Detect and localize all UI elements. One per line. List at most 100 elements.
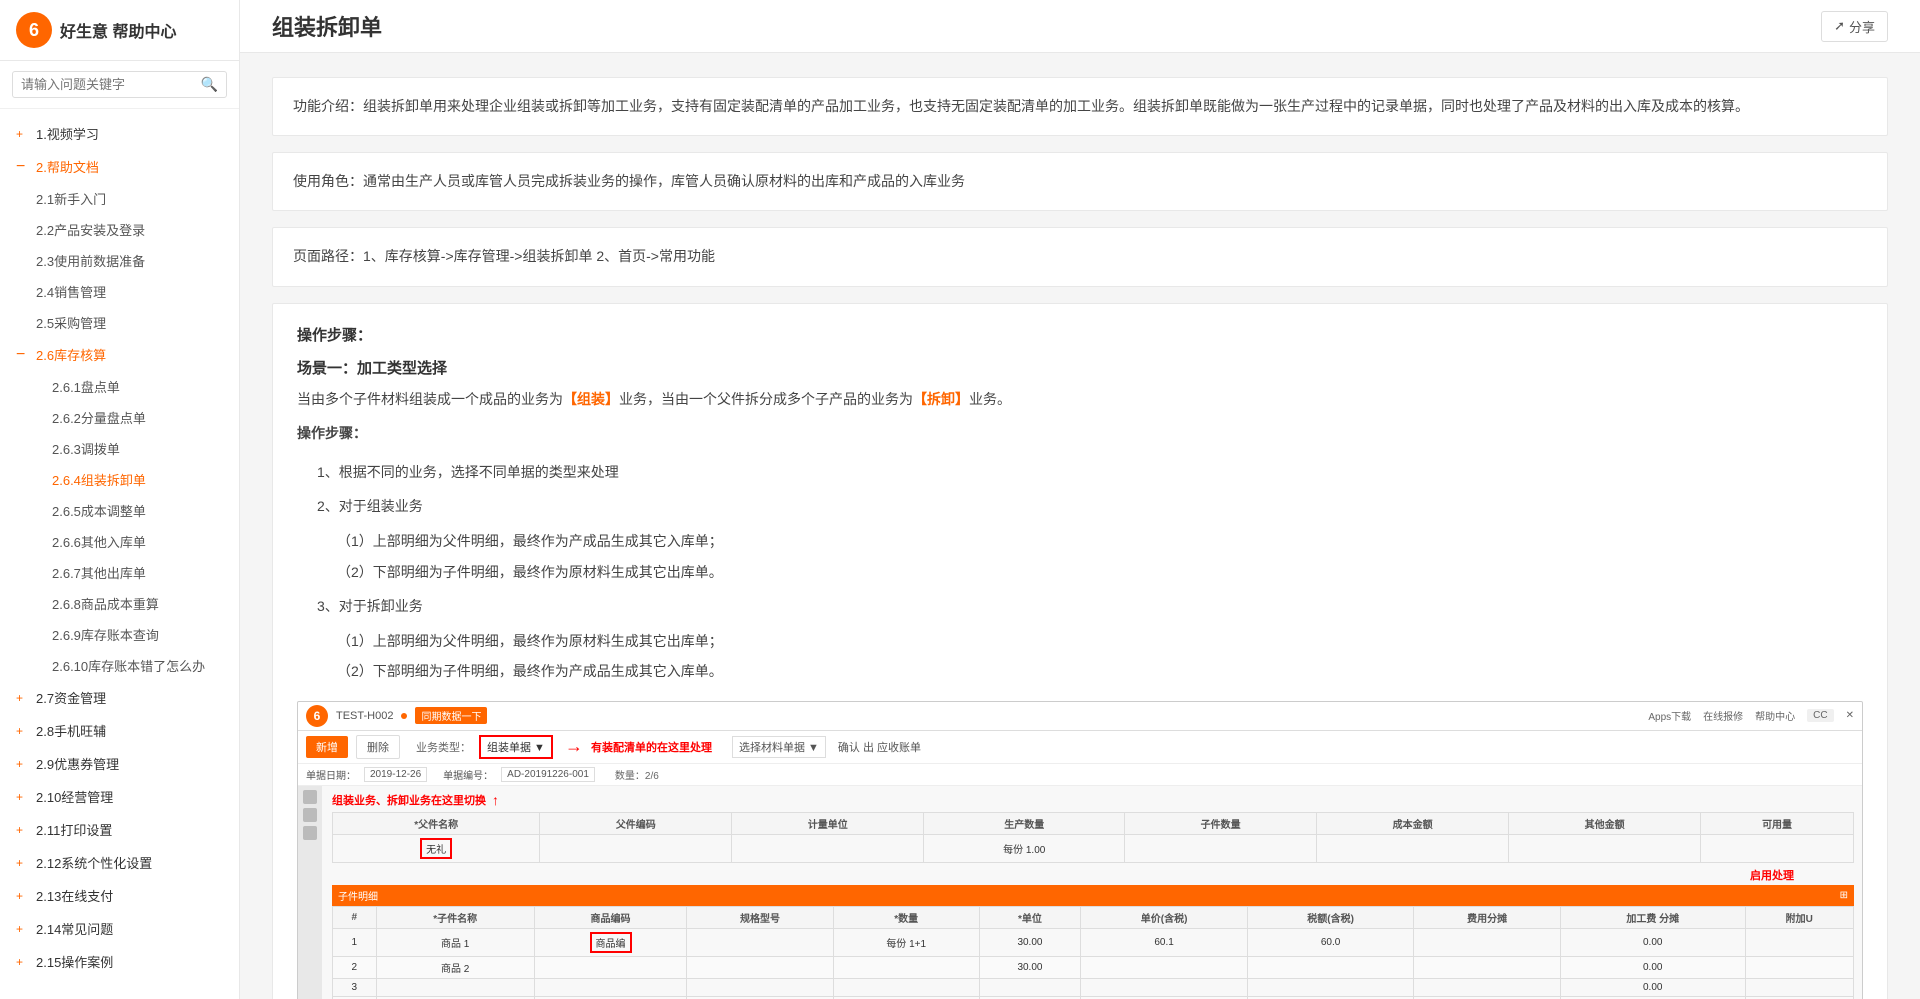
ss-new-btn[interactable]: 新增 xyxy=(306,736,348,758)
nav-label: 2.12系统个性化设置 xyxy=(36,853,152,872)
ss-left-icons xyxy=(298,786,322,999)
topbar: 组装拆卸单 ➚ 分享 xyxy=(240,0,1920,53)
sidebar-item-2-6-5[interactable]: 2.6.5成本调整单 xyxy=(0,495,239,526)
ss-upper-row: 无礼 每份 1.00 xyxy=(333,834,1854,862)
step1: 1、根据不同的业务，选择不同单据的类型来处理 xyxy=(297,459,1863,486)
sidebar-item-2-6-4[interactable]: 2.6.4组装拆卸单 xyxy=(0,464,239,495)
sidebar-item-2-4[interactable]: 2.4销售管理 xyxy=(0,276,239,307)
ss-lower-header: 子件明细 ⊞ xyxy=(332,885,1854,906)
sidebar-item-videos[interactable]: + 1.视频学习 xyxy=(0,117,239,150)
ss-upper-table: *父件名称 父件编码 计量单位 生产数量 子件数量 成本金额 其他金额 可用量 xyxy=(332,812,1854,863)
collapse-icon: − xyxy=(16,159,30,175)
sidebar-item-2-5[interactable]: 2.5采购管理 xyxy=(0,307,239,338)
sidebar-item-2-6[interactable]: − 2.6库存核算 xyxy=(0,338,239,371)
sidebar-item-2-15[interactable]: + 2.15操作案例 xyxy=(0,945,239,978)
ss-ann3: 启用处理 xyxy=(1750,867,1794,883)
ss-th-8: 可用量 xyxy=(1701,812,1854,834)
sidebar-item-2-8[interactable]: + 2.8手机旺辅 xyxy=(0,714,239,747)
ss-ann-row3: 启用处理 xyxy=(332,867,1854,883)
sidebar-item-2-6-3[interactable]: 2.6.3调拨单 xyxy=(0,433,239,464)
expand-icon: + xyxy=(16,955,30,969)
sidebar-item-2-13[interactable]: + 2.13在线支付 xyxy=(0,879,239,912)
ss-icon3 xyxy=(303,826,317,840)
ss-tag: 同期数据一下 xyxy=(415,707,487,724)
ss-lth-3: 规格型号 xyxy=(687,906,834,928)
sidebar-item-2-3[interactable]: 2.3使用前数据准备 xyxy=(0,245,239,276)
search-icon[interactable]: 🔍 xyxy=(201,76,218,93)
nav-label: 2.7资金管理 xyxy=(36,688,106,707)
sidebar-item-2-10[interactable]: + 2.10经营管理 xyxy=(0,780,239,813)
step3-sub2: （2）下部明细为子件明细，最终作为产成品生成其它入库单。 xyxy=(297,658,1863,685)
sidebar-header: 6 好生意 帮助中心 xyxy=(0,0,239,61)
ss-lower-icon: ⊞ xyxy=(1840,890,1848,901)
sidebar-item-2-14[interactable]: + 2.14常见问题 xyxy=(0,912,239,945)
sidebar-item-2-2[interactable]: 2.2产品安装及登录 xyxy=(0,214,239,245)
ss-tables-wrap: 组装业务、拆卸业务在这里切换 ↑ *父件名称 父件编码 计量单位 xyxy=(332,792,1854,999)
sidebar-item-2-6-9[interactable]: 2.6.9库存账本查询 xyxy=(0,619,239,650)
share-label: 分享 xyxy=(1849,17,1875,36)
share-button[interactable]: ➚ 分享 xyxy=(1821,11,1888,42)
intro-text: 功能介绍：组装拆卸单用来处理企业组装或拆卸等加工业务，支持有固定装配清单的产品加… xyxy=(293,98,1749,114)
nav-label: 2.6库存核算 xyxy=(36,345,106,364)
ss-del-btn[interactable]: 删除 xyxy=(356,735,400,759)
app-title: 好生意 帮助中心 xyxy=(60,18,176,42)
sidebar-item-2-6-8[interactable]: 2.6.8商品成本重算 xyxy=(0,588,239,619)
ss-close-icon[interactable]: ✕ xyxy=(1846,710,1854,721)
sidebar-item-2-6-10[interactable]: 2.6.10库存账本错了怎么办 xyxy=(0,650,239,681)
ss-choose-btn[interactable]: 选择材料单据 ▼ xyxy=(732,736,826,758)
ss-logo: 6 xyxy=(306,705,328,727)
search-wrap[interactable]: 🔍 xyxy=(12,71,227,98)
ss-lth-2: 商品编码 xyxy=(534,906,687,928)
step2-sub1: （1）上部明细为父件明细，最终作为产成品生成其它入库单； xyxy=(297,528,1863,555)
ss-lth-9: 加工费 分摊 xyxy=(1560,906,1745,928)
sidebar-item-2-6-6[interactable]: 2.6.6其他入库单 xyxy=(0,526,239,557)
ss-confirm-btn[interactable]: 确认 出 应收账单 xyxy=(838,739,921,755)
screenshot: 6 TEST-H002 同期数据一下 Apps下载 在线报修 帮助中心 CC ✕ xyxy=(297,701,1863,999)
ss-child-price-1: 60.1 xyxy=(1081,928,1247,956)
ss-parent-code xyxy=(540,834,732,862)
sidebar-item-2-7[interactable]: + 2.7资金管理 xyxy=(0,681,239,714)
ss-other-amt xyxy=(1509,834,1701,862)
ops-title: 操作步骤： xyxy=(297,420,1863,447)
ss-ann-row1: 组装业务、拆卸业务在这里切换 ↑ xyxy=(332,792,1854,808)
nav-label: 2.10经营管理 xyxy=(36,787,113,806)
role-card: 使用角色：通常由生产人员或库管人员完成拆装业务的操作，库管人员确认原材料的出库和… xyxy=(272,152,1888,211)
expand-icon: + xyxy=(16,127,30,141)
ss-lth-6: 单价(含税) xyxy=(1081,906,1247,928)
ss-date-val: 2019-12-26 xyxy=(364,767,427,782)
sidebar-item-docs[interactable]: − 2.帮助文档 xyxy=(0,150,239,183)
ss-child-proc-3: 0.00 xyxy=(1560,978,1745,996)
ss-apps: Apps下载 xyxy=(1648,708,1691,723)
sidebar-item-2-9[interactable]: + 2.9优惠券管理 xyxy=(0,747,239,780)
ss-upper-table-wrap: *父件名称 父件编码 计量单位 生产数量 子件数量 成本金额 其他金额 可用量 xyxy=(332,812,1854,863)
sidebar-item-2-1[interactable]: 2.1新手入门 xyxy=(0,183,239,214)
expand-icon: + xyxy=(16,856,30,870)
steps-title: 操作步骤： xyxy=(297,324,1863,345)
ss-type-val[interactable]: 组装单据 ▼ xyxy=(479,735,553,759)
ss-app-id: TEST-H002 xyxy=(336,710,393,722)
ss-child-qty xyxy=(1125,834,1317,862)
ss-icon2 xyxy=(303,808,317,822)
search-input[interactable] xyxy=(21,77,201,92)
ss-parent-name-val: 无礼 xyxy=(420,838,452,859)
ss-lth-0: # xyxy=(333,906,377,928)
ss-child-unit-2: 30.00 xyxy=(979,956,1081,978)
sidebar-item-2-6-7[interactable]: 2.6.7其他出库单 xyxy=(0,557,239,588)
ss-arr2: ↑ xyxy=(492,792,499,808)
ss-row-3: 3 0.00 xyxy=(333,978,1854,996)
step3: 3、对于拆卸业务 xyxy=(297,593,1863,620)
sidebar-item-2-6-2[interactable]: 2.6.2分量盘点单 xyxy=(0,402,239,433)
ss-lower-title: 子件明细 xyxy=(338,888,378,903)
nav-label: 1.视频学习 xyxy=(36,124,99,143)
sidebar: 6 好生意 帮助中心 🔍 + 1.视频学习 − 2.帮助文档 2.1新手入门 2… xyxy=(0,0,240,999)
sidebar-item-2-12[interactable]: + 2.12系统个性化设置 xyxy=(0,846,239,879)
role-text: 使用角色：通常由生产人员或库管人员完成拆装业务的操作，库管人员确认原材料的出库和… xyxy=(293,173,965,189)
ss-type-label: 业务类型： xyxy=(416,739,471,755)
main-area: 组装拆卸单 ➚ 分享 功能介绍：组装拆卸单用来处理企业组装或拆卸等加工业务，支持… xyxy=(240,0,1920,999)
sidebar-item-2-6-1[interactable]: 2.6.1盘点单 xyxy=(0,371,239,402)
ss-no-label: 单据编号： xyxy=(443,767,493,782)
sidebar-item-2-11[interactable]: + 2.11打印设置 xyxy=(0,813,239,846)
ss-date-label: 单据日期： xyxy=(306,767,356,782)
logo-icon: 6 xyxy=(16,12,52,48)
ss-help: 帮助中心 xyxy=(1755,708,1795,723)
